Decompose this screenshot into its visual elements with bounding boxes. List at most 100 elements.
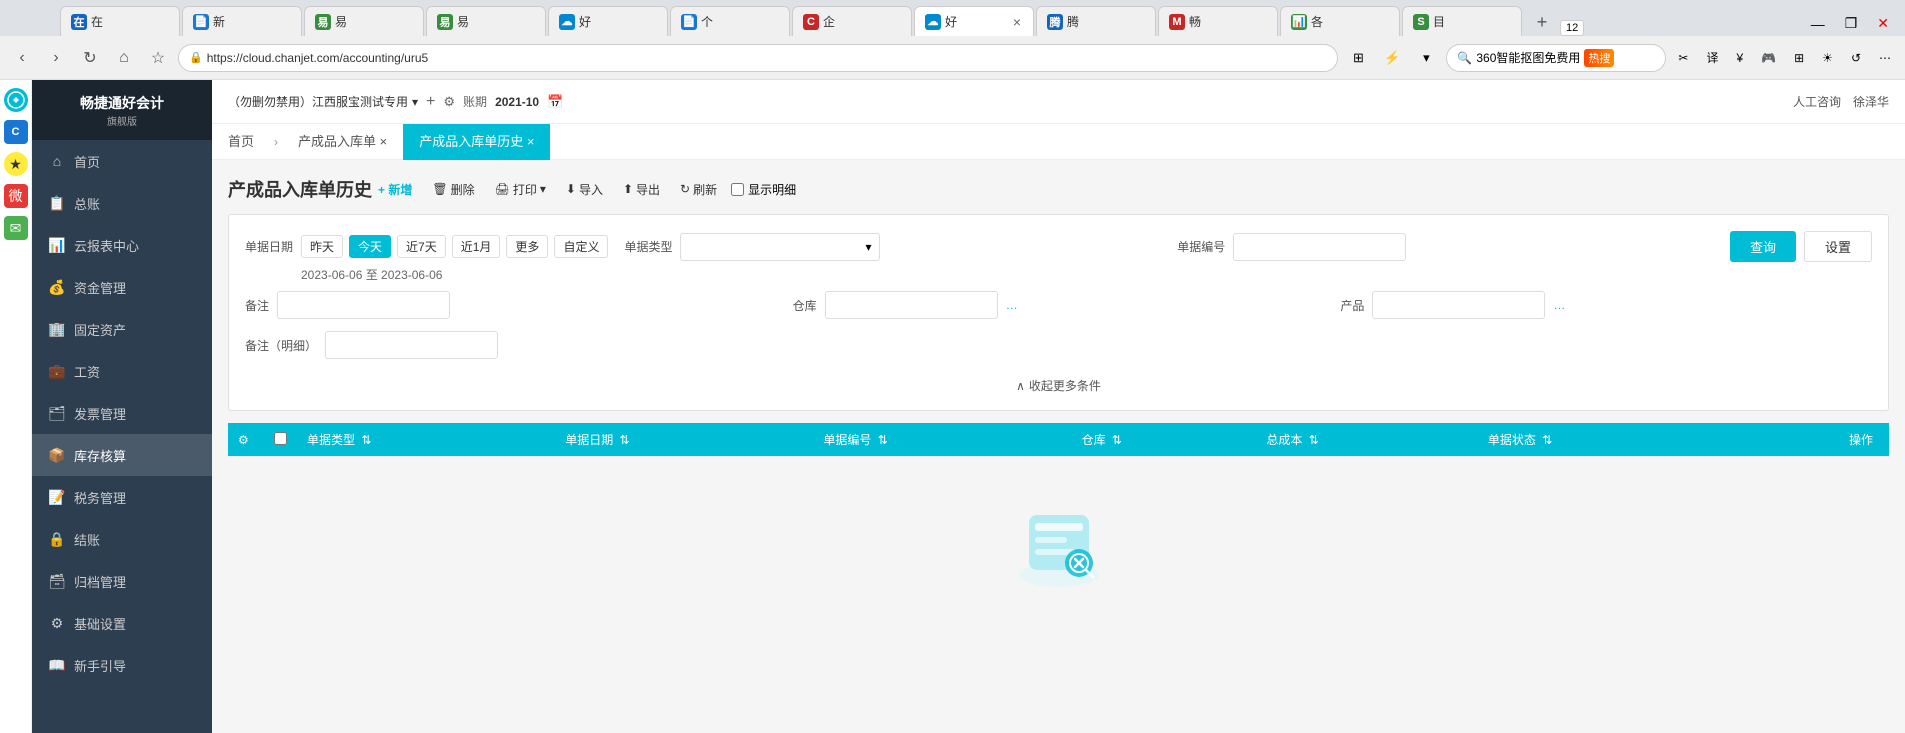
- query-button[interactable]: 查询: [1730, 231, 1796, 262]
- print-button[interactable]: 🖨 打印 ▾: [489, 179, 552, 200]
- scissors-icon[interactable]: ✂: [1672, 48, 1694, 68]
- breadcrumb-home[interactable]: 首页: [212, 124, 270, 160]
- export-button[interactable]: ⬆ 导出: [617, 179, 666, 200]
- refresh-button[interactable]: ↻: [76, 44, 104, 72]
- sidebar-item-close[interactable]: 🔒 结账: [32, 518, 212, 560]
- game-icon[interactable]: 🎮: [1755, 48, 1782, 68]
- app-icon-star[interactable]: ★: [4, 152, 28, 176]
- col-total-cost-sort[interactable]: ⇅: [1309, 433, 1319, 447]
- window-minimize[interactable]: —: [1803, 12, 1833, 36]
- sidebar-item-archive[interactable]: 🗃 归档管理: [32, 560, 212, 602]
- undo-icon[interactable]: ↺: [1845, 48, 1867, 68]
- number-input[interactable]: [1233, 233, 1406, 261]
- settings-button[interactable]: 设置: [1804, 231, 1872, 262]
- delete-button[interactable]: 🗑 删除: [426, 179, 480, 200]
- grid-menu-button[interactable]: ⊞: [1344, 44, 1372, 72]
- forward-button[interactable]: ›: [42, 44, 70, 72]
- dropdown-button[interactable]: ▾: [1412, 44, 1440, 72]
- col-number[interactable]: 单据编号 ⇅: [813, 423, 1071, 456]
- sidebar-item-home[interactable]: ⌂ 首页: [32, 140, 212, 182]
- date-btn-yesterday[interactable]: 昨天: [301, 235, 343, 258]
- search-bar[interactable]: 🔍 360智能抠图免费用 热搜: [1446, 44, 1666, 72]
- settings-icon[interactable]: ⚙: [443, 94, 455, 110]
- collapse-button[interactable]: ∧ 收起更多条件: [245, 371, 1872, 394]
- warehouse-input[interactable]: [825, 291, 998, 319]
- sidebar-item-basic[interactable]: ⚙ 基础设置: [32, 602, 212, 644]
- tab-4[interactable]: 易 易: [426, 6, 546, 36]
- user-service-button[interactable]: 人工咨询: [1793, 93, 1841, 110]
- product-ellipsis[interactable]: …: [1553, 298, 1565, 312]
- col-type-sort[interactable]: ⇅: [361, 433, 371, 447]
- tab-5[interactable]: ☁ 好: [548, 6, 668, 36]
- date-btn-today[interactable]: 今天: [349, 235, 391, 258]
- settings-browser-icon[interactable]: ⋯: [1873, 48, 1897, 68]
- app-icon-main[interactable]: [4, 88, 28, 112]
- warehouse-ellipsis[interactable]: …: [1006, 298, 1018, 312]
- translate-icon[interactable]: 译: [1700, 46, 1724, 69]
- lightning-button[interactable]: ⚡: [1378, 44, 1406, 72]
- add-button[interactable]: + 新增: [372, 179, 418, 200]
- col-status[interactable]: 单据状态 ⇅: [1478, 423, 1736, 456]
- col-date[interactable]: 单据日期 ⇅: [555, 423, 813, 456]
- print-dropdown[interactable]: ▾: [540, 182, 546, 196]
- back-button[interactable]: ‹: [8, 44, 36, 72]
- date-btn-more[interactable]: 更多: [506, 235, 548, 258]
- col-number-sort[interactable]: ⇅: [878, 433, 888, 447]
- col-warehouse[interactable]: 仓库 ⇅: [1072, 423, 1257, 456]
- type-select[interactable]: ▾: [680, 233, 880, 261]
- sidebar-item-reports[interactable]: 📊 云报表中心: [32, 224, 212, 266]
- import-button[interactable]: ⬇ 导入: [560, 179, 609, 200]
- date-btn-custom[interactable]: 自定义: [554, 235, 608, 258]
- sidebar-item-inventory[interactable]: 📦 库存核算: [32, 434, 212, 476]
- sidebar-item-tax[interactable]: 📝 税务管理: [32, 476, 212, 518]
- add-company-button[interactable]: +: [426, 93, 435, 111]
- col-total-cost[interactable]: 总成本 ⇅: [1256, 423, 1477, 456]
- new-tab-button[interactable]: +: [1528, 8, 1556, 36]
- remark-input[interactable]: [277, 291, 450, 319]
- grid-icon[interactable]: ⊞: [1788, 48, 1810, 68]
- tab-11[interactable]: 📊 各: [1280, 6, 1400, 36]
- app-icon-red[interactable]: 微: [4, 184, 28, 208]
- home-button[interactable]: ⌂: [110, 44, 138, 72]
- tab-12[interactable]: S 目: [1402, 6, 1522, 36]
- refresh-button[interactable]: ↻ 刷新: [674, 179, 723, 200]
- sidebar-item-fixed[interactable]: 🏢 固定资产: [32, 308, 212, 350]
- app-icon-mail[interactable]: ✉: [4, 216, 28, 240]
- window-restore[interactable]: ❐: [1837, 11, 1866, 36]
- calendar-icon[interactable]: 📅: [547, 94, 563, 110]
- sun-icon[interactable]: ☀: [1816, 48, 1839, 68]
- sidebar-item-salary[interactable]: 💼 工资: [32, 350, 212, 392]
- breadcrumb-history-tab[interactable]: 产成品入库单历史 ×: [403, 124, 550, 160]
- tab-8-close[interactable]: ×: [1011, 12, 1023, 32]
- yuan-icon[interactable]: ¥: [1730, 48, 1749, 68]
- col-type[interactable]: 单据类型 ⇅: [297, 423, 555, 456]
- select-all-checkbox[interactable]: [274, 432, 287, 445]
- col-gear[interactable]: ⚙: [228, 423, 264, 456]
- show-detail-checkbox[interactable]: [731, 183, 744, 196]
- sidebar-item-invoice[interactable]: 🗂 发票管理: [32, 392, 212, 434]
- date-btn-1month[interactable]: 近1月: [452, 235, 501, 258]
- sidebar-item-funds[interactable]: 💰 资金管理: [32, 266, 212, 308]
- tab-8[interactable]: ☁ 好 ×: [914, 6, 1034, 36]
- col-checkbox[interactable]: [264, 423, 297, 456]
- tab-1[interactable]: 在 在: [60, 6, 180, 36]
- tab-3[interactable]: 易 易: [304, 6, 424, 36]
- tab-7[interactable]: C 企: [792, 6, 912, 36]
- sidebar-item-more[interactable]: 📖 新手引导: [32, 644, 212, 686]
- date-btn-7days[interactable]: 近7天: [397, 235, 446, 258]
- col-status-sort[interactable]: ⇅: [1542, 433, 1552, 447]
- tab-6[interactable]: 📄 个: [670, 6, 790, 36]
- col-date-sort[interactable]: ⇅: [620, 433, 630, 447]
- url-bar[interactable]: 🔒 https://cloud.chanjet.com/accounting/u…: [178, 44, 1338, 72]
- product-input[interactable]: [1372, 291, 1545, 319]
- company-selector[interactable]: （勿删勿禁用）江西服宝测试专用 ▾: [228, 93, 418, 110]
- sidebar-item-ledger[interactable]: 📋 总账: [32, 182, 212, 224]
- col-warehouse-sort[interactable]: ⇅: [1112, 433, 1122, 447]
- tab-10[interactable]: M 畅: [1158, 6, 1278, 36]
- star-button[interactable]: ☆: [144, 44, 172, 72]
- app-icon-blue[interactable]: C: [4, 120, 28, 144]
- show-detail-checkbox-label[interactable]: 显示明细: [731, 181, 796, 198]
- tab-9[interactable]: 腾 腾: [1036, 6, 1156, 36]
- tab-2[interactable]: 📄 新: [182, 6, 302, 36]
- remark-detail-input[interactable]: [325, 331, 498, 359]
